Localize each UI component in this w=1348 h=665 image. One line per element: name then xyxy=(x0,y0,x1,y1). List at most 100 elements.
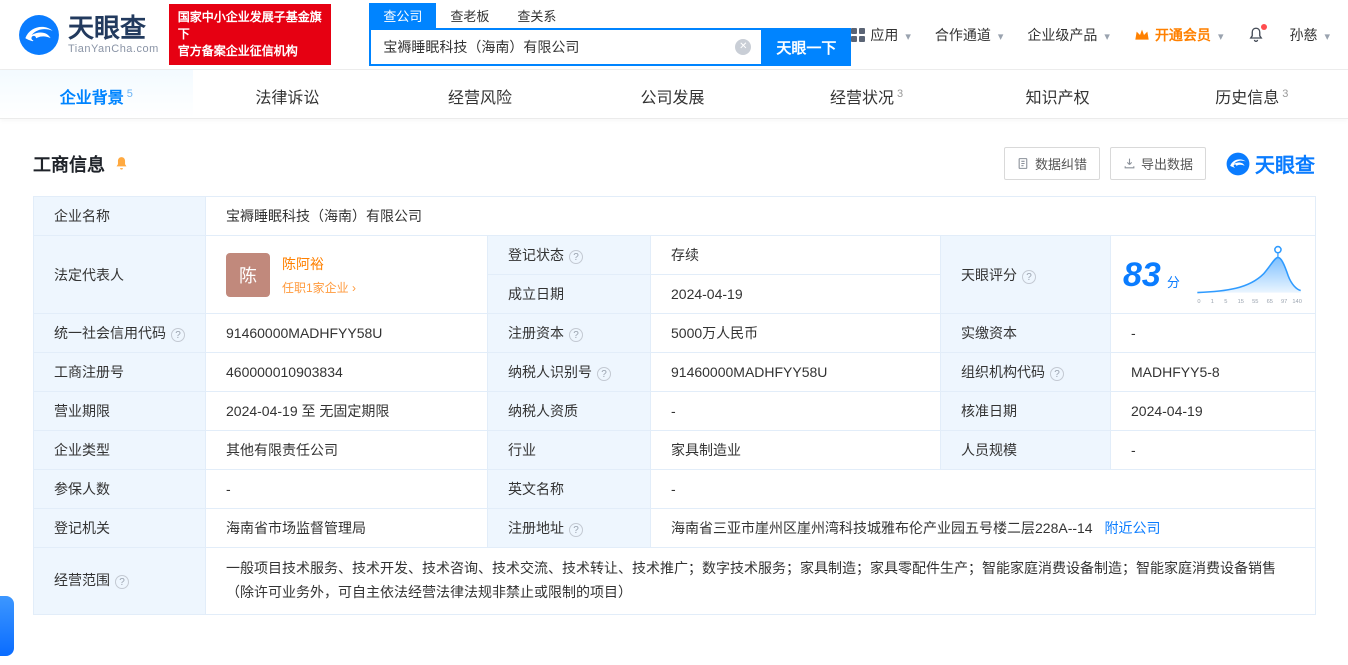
help-icon[interactable] xyxy=(115,574,129,589)
chevron-down-icon xyxy=(1102,27,1110,43)
legal-rep-avatar[interactable]: 陈 xyxy=(226,252,270,297)
field-label: 实缴资本 xyxy=(940,313,1111,353)
top-header: 天眼查 TianYanCha.com 国家中小企业发展子基金旗下 官方备案企业征… xyxy=(0,0,1348,70)
field-label: 纳税人识别号 xyxy=(508,364,592,380)
registered-address-value: 海南省三亚市崖州区崖州湾科技城雅布伦产业园五号楼二层228A--14 xyxy=(671,520,1093,536)
field-label: 企业名称 xyxy=(33,196,206,236)
search-button[interactable]: 天眼一下 xyxy=(761,28,852,66)
tab-label: 经营风险 xyxy=(447,90,512,107)
tab-operating-status[interactable]: 经营状况 3 xyxy=(770,70,963,118)
legal-rep-link[interactable]: 陈阿裕 xyxy=(282,254,356,274)
notification-bell-icon[interactable] xyxy=(1247,23,1268,44)
industry-value: 家具制造业 xyxy=(650,430,941,470)
company-type-value: 其他有限责任公司 xyxy=(205,430,488,470)
svg-text:1: 1 xyxy=(1211,298,1214,304)
search-block: 查公司 查老板 查关系 天眼一下 xyxy=(369,3,852,66)
registration-status-value: 存续 xyxy=(650,235,941,275)
search-tab-relation[interactable]: 查关系 xyxy=(503,3,570,28)
taxpayer-id-value: 91460000MADHFYY58U xyxy=(650,352,941,392)
field-label: 注册资本 xyxy=(508,325,564,341)
approval-date-value: 2024-04-19 xyxy=(1109,391,1317,431)
monitor-bell-icon[interactable] xyxy=(113,155,130,172)
search-row: 天眼一下 xyxy=(369,28,852,66)
search-input[interactable] xyxy=(369,28,762,66)
help-icon[interactable] xyxy=(569,250,583,264)
tab-label: 法律诉讼 xyxy=(255,90,320,107)
data-correction-button[interactable]: 数据纠错 xyxy=(1003,147,1100,180)
table-row: 法定代表人 陈 陈阿裕 任职1家企业 登记状态 存续 天眼评分 83 分 xyxy=(33,235,1317,314)
staff-size-value: - xyxy=(1109,430,1317,470)
field-label: 注册地址 xyxy=(508,520,564,536)
legal-rep-companies-link[interactable]: 任职1家企业 xyxy=(282,279,356,296)
tianyancha-logo[interactable]: 天眼查 TianYanCha.com xyxy=(18,14,159,56)
field-label: 天眼评分 xyxy=(961,266,1017,283)
help-icon[interactable] xyxy=(569,328,583,342)
field-label: 参保人数 xyxy=(33,469,206,509)
tab-company-development[interactable]: 公司发展 xyxy=(578,70,771,118)
table-row: 企业类型 其他有限责任公司 行业 家具制造业 人员规模 - xyxy=(33,430,1317,470)
floating-sidebar-tab[interactable] xyxy=(0,596,14,656)
org-code-value: MADHFYY5-8 xyxy=(1109,352,1317,392)
brand-watermark-label: 天眼查 xyxy=(1255,155,1315,177)
score-chart-ticks: 0 1 5 15 55 65 97 140 xyxy=(1197,298,1302,304)
help-icon[interactable] xyxy=(569,523,583,537)
nav-vip[interactable]: 开通会员 xyxy=(1134,25,1224,45)
tab-history-info[interactable]: 历史信息 3 xyxy=(1155,70,1348,118)
field-label: 营业期限 xyxy=(33,391,206,431)
insured-count-value: - xyxy=(205,469,488,509)
score-cell: 83 分 0 1 5 15 55 65 97 140 xyxy=(1109,235,1317,314)
svg-text:15: 15 xyxy=(1238,298,1244,304)
crown-icon xyxy=(1135,29,1149,40)
search-tab-boss[interactable]: 查老板 xyxy=(436,3,503,28)
head-actions: 数据纠错 导出数据 天眼查 xyxy=(994,147,1315,180)
help-icon[interactable] xyxy=(597,367,611,381)
svg-text:97: 97 xyxy=(1281,298,1287,304)
table-row: 参保人数 - 英文名称 - xyxy=(33,469,1317,509)
field-label: 核准日期 xyxy=(940,391,1111,431)
help-icon[interactable] xyxy=(1050,367,1064,381)
help-icon[interactable] xyxy=(1022,269,1036,284)
field-label: 企业类型 xyxy=(33,430,206,470)
nav-apps[interactable]: 应用 xyxy=(851,25,911,45)
registration-authority-value: 海南省市场监督管理局 xyxy=(205,508,488,548)
field-label-cell: 纳税人识别号 xyxy=(487,352,651,392)
chevron-down-icon xyxy=(903,27,911,43)
nav-cooperation[interactable]: 合作通道 xyxy=(935,25,1004,45)
help-icon[interactable] xyxy=(171,328,185,342)
field-label: 组织机构代码 xyxy=(961,364,1045,380)
business-info-table: 企业名称 宝褥睡眠科技（海南）有限公司 法定代表人 陈 陈阿裕 任职1家企业 登… xyxy=(33,196,1317,615)
download-icon xyxy=(1124,158,1135,169)
field-label: 行业 xyxy=(487,430,651,470)
tab-count: 3 xyxy=(897,88,904,100)
tab-intellectual-property[interactable]: 知识产权 xyxy=(963,70,1156,118)
user-menu[interactable]: 孙慈 xyxy=(1289,25,1330,45)
nearby-companies-link[interactable]: 附近公司 xyxy=(1104,520,1160,536)
nav-enterprise-products[interactable]: 企业级产品 xyxy=(1027,25,1110,45)
export-data-button[interactable]: 导出数据 xyxy=(1109,147,1206,180)
chevron-down-icon xyxy=(996,27,1004,43)
official-certification-badge: 国家中小企业发展子基金旗下 官方备案企业征信机构 xyxy=(168,4,332,65)
section-head: 工商信息 数据纠错 导出数据 天眼查 xyxy=(0,119,1348,196)
tab-legal-proceedings[interactable]: 法律诉讼 xyxy=(193,70,386,118)
field-label: 纳税人资质 xyxy=(487,391,651,431)
field-label-cell: 经营范围 xyxy=(33,547,206,615)
field-label: 工商注册号 xyxy=(33,352,206,392)
search-tab-company[interactable]: 查公司 xyxy=(369,3,437,28)
nav-apps-label: 应用 xyxy=(870,26,899,43)
tab-operational-risk[interactable]: 经营风险 xyxy=(385,70,578,118)
export-data-label: 导出数据 xyxy=(1140,157,1193,172)
tab-label: 知识产权 xyxy=(1025,90,1090,107)
field-label-cell: 组织机构代码 xyxy=(940,352,1111,392)
score-marker xyxy=(1274,245,1282,254)
chevron-down-icon xyxy=(1216,27,1224,43)
registered-address-cell: 海南省三亚市崖州区崖州湾科技城雅布伦产业园五号楼二层228A--14 附近公司 xyxy=(649,508,1317,548)
company-name-value: 宝褥睡眠科技（海南）有限公司 xyxy=(204,196,1317,236)
credit-code-value: 91460000MADHFYY58U xyxy=(205,313,488,353)
notification-dot xyxy=(1261,23,1268,30)
svg-text:55: 55 xyxy=(1252,298,1258,304)
nav-vip-label: 开通会员 xyxy=(1154,26,1211,43)
tab-company-background[interactable]: 企业背景 5 xyxy=(0,70,193,118)
apps-grid-icon xyxy=(851,27,866,42)
table-row: 统一社会信用代码 91460000MADHFYY58U 注册资本 5000万人民… xyxy=(33,313,1317,353)
nav-cooperation-label: 合作通道 xyxy=(934,26,991,43)
